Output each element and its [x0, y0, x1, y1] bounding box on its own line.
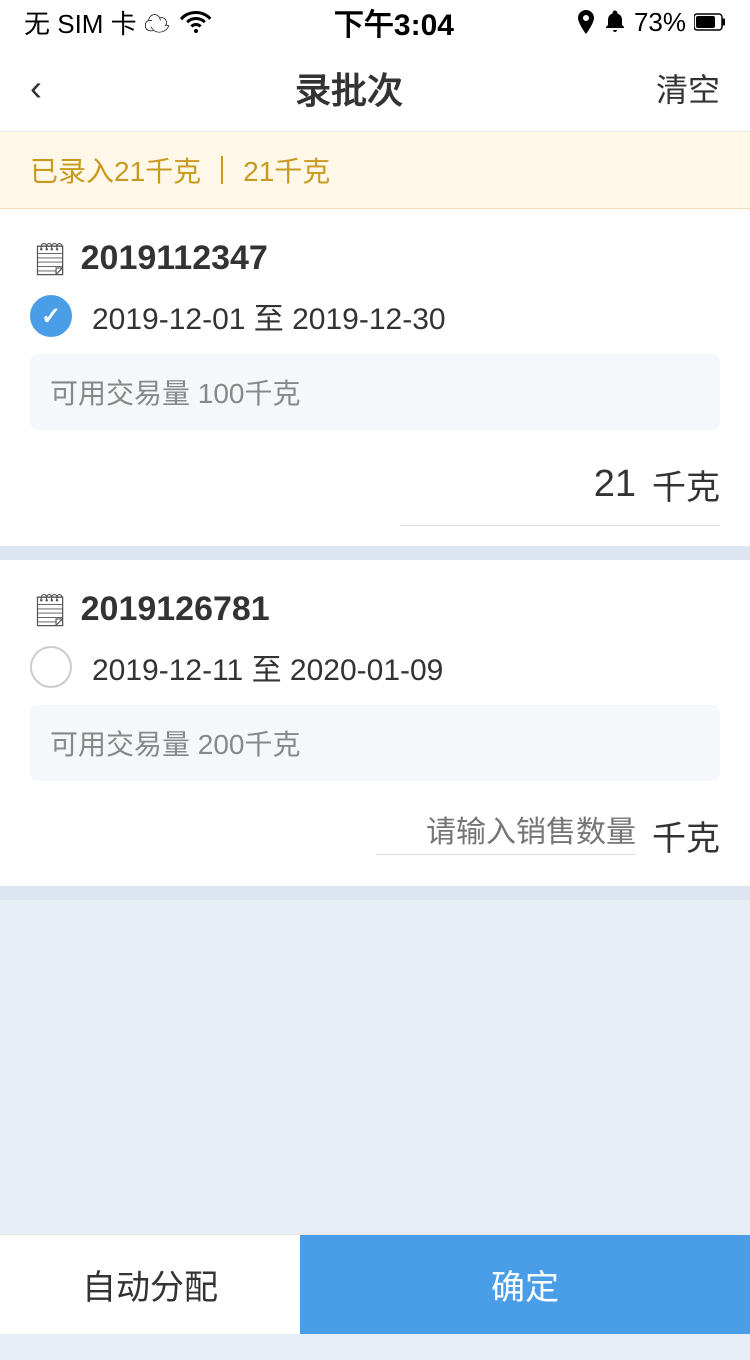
- batch-amount-row-1: 千克: [30, 450, 720, 525]
- gray-separator-2: [0, 886, 750, 900]
- input-row-2: 千克: [30, 801, 720, 866]
- batch-amount-input-1[interactable]: [516, 463, 636, 506]
- batch-radio-1[interactable]: [30, 295, 72, 337]
- back-button[interactable]: ‹: [30, 67, 42, 109]
- status-time: 下午3:04: [334, 0, 454, 44]
- info-value: 21千克: [243, 150, 330, 190]
- batch-card-1: 🗒 2019112347 2019-12-01 至 2019-12-30 可用交…: [0, 209, 750, 546]
- nav-bar: ‹ 录批次 清空: [0, 44, 750, 132]
- wifi-icon: [180, 11, 212, 33]
- clear-button[interactable]: 清空: [656, 65, 720, 111]
- amount-underline-1: [400, 525, 720, 526]
- status-left: 无 SIM 卡 ☁: [24, 4, 212, 41]
- alarm-icon: [604, 10, 626, 34]
- page-title: 录批次: [295, 62, 403, 114]
- batch-item-1: 🗒 2019112347 2019-12-01 至 2019-12-30 可用交…: [0, 209, 750, 546]
- batch-id-1: 2019112347: [81, 239, 268, 278]
- batch-availability-1: 可用交易量 100千克: [30, 354, 720, 430]
- confirm-button[interactable]: 确定: [300, 1235, 750, 1334]
- bottom-bar: 自动分配 确定: [0, 1234, 750, 1334]
- info-divider: [221, 156, 223, 184]
- batch-header-2: 🗒 2019126781: [30, 590, 720, 629]
- batch-date-row-1[interactable]: 2019-12-01 至 2019-12-30: [30, 294, 720, 338]
- status-bar: 无 SIM 卡 ☁ 下午3:04 73%: [0, 0, 750, 44]
- batch-unit-1: 千克: [652, 460, 720, 509]
- qty-underline-2: [376, 854, 636, 855]
- batch-availability-2: 可用交易量 200千克: [30, 705, 720, 781]
- input-wrap-2: [376, 816, 636, 855]
- batch-date-row-2[interactable]: 2019-12-11 至 2020-01-09: [30, 645, 720, 689]
- gray-separator-1: [0, 546, 750, 560]
- auto-distribute-button[interactable]: 自动分配: [0, 1235, 300, 1334]
- batch-card-2: 🗒 2019126781 2019-12-11 至 2020-01-09 可用交…: [0, 560, 750, 886]
- battery-level: 73%: [634, 7, 686, 38]
- status-right: 73%: [576, 7, 726, 38]
- battery-icon: [694, 13, 726, 31]
- info-label: 已录入21千克: [30, 150, 201, 190]
- location-icon: [576, 10, 596, 34]
- batch-date-2: 2019-12-11 至 2020-01-09: [92, 645, 443, 689]
- qty-input-2[interactable]: [376, 816, 636, 850]
- batch-icon-1: 🗒: [30, 240, 71, 278]
- info-banner: 已录入21千克 21千克: [0, 132, 750, 209]
- batch-date-1: 2019-12-01 至 2019-12-30: [92, 294, 446, 338]
- batch-radio-2[interactable]: [30, 646, 72, 688]
- batch-item-2: 🗒 2019126781 2019-12-11 至 2020-01-09 可用交…: [0, 560, 750, 886]
- batch-icon-2: 🗒: [30, 591, 71, 629]
- sim-status: 无 SIM 卡 ☁: [24, 4, 170, 41]
- batch-unit-2: 千克: [652, 811, 720, 860]
- batch-id-2: 2019126781: [81, 590, 270, 629]
- batch-header-1: 🗒 2019112347: [30, 239, 720, 278]
